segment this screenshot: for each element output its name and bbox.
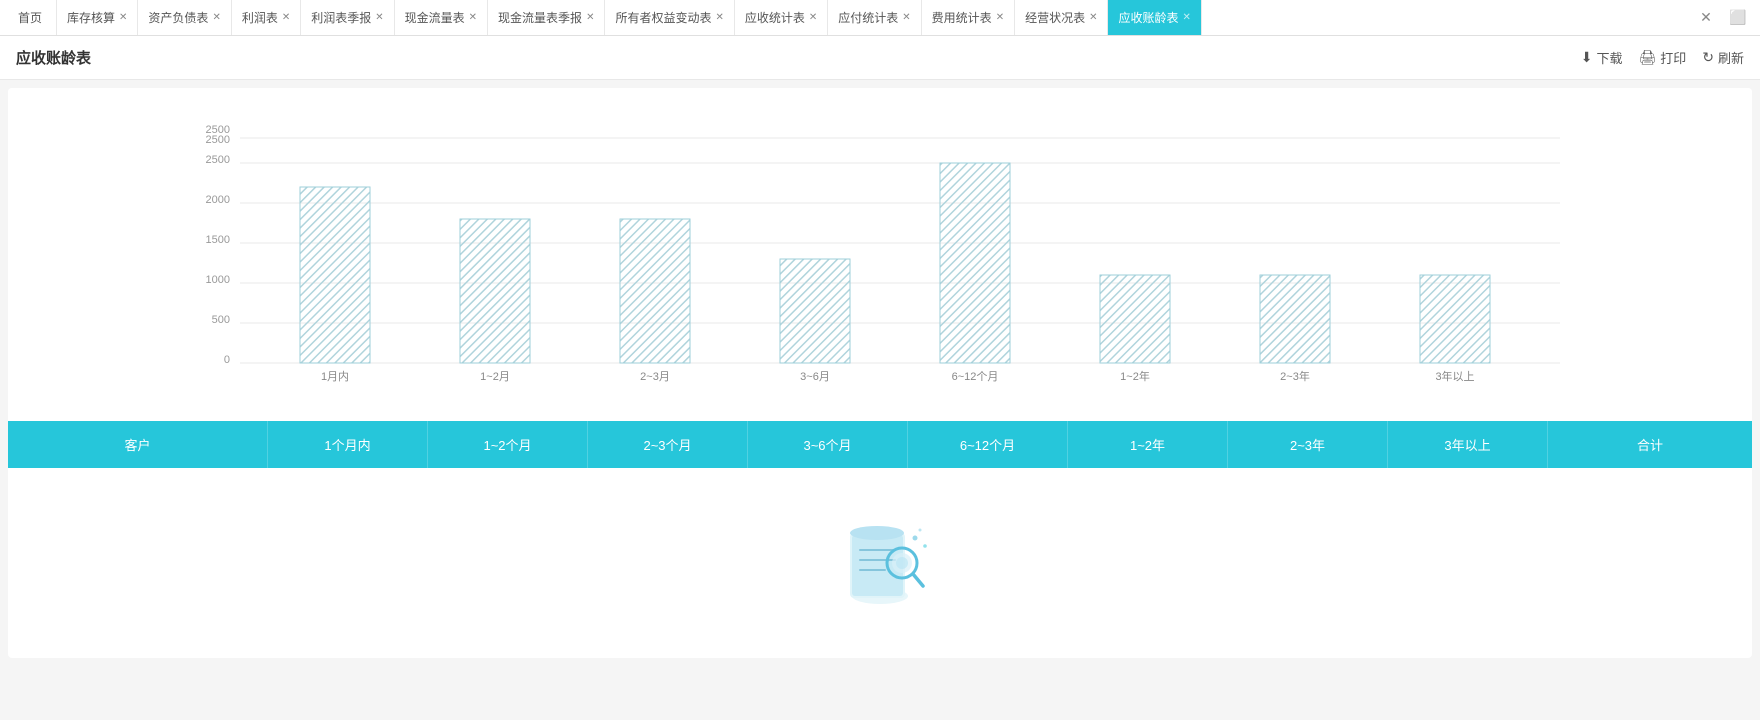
svg-text:3~6月: 3~6月 xyxy=(800,371,830,383)
col-total: 合计 xyxy=(1548,421,1752,468)
col-3-6month: 3~6个月 xyxy=(748,421,908,468)
tab-inventory-close[interactable]: ✕ xyxy=(119,12,127,23)
col-customer: 客户 xyxy=(8,421,268,468)
tab-inventory[interactable]: 库存核算 ✕ xyxy=(57,0,138,36)
tab-receivable-stat[interactable]: 应收统计表 ✕ xyxy=(735,0,828,36)
tab-operation-label: 经营状况表 xyxy=(1025,9,1085,26)
tab-equity-label: 所有者权益变动表 xyxy=(615,9,711,26)
tab-cashflow-close[interactable]: ✕ xyxy=(469,12,477,23)
tab-operation-close[interactable]: ✕ xyxy=(1089,12,1097,23)
col-3-plus-year: 3年以上 xyxy=(1388,421,1548,468)
bar-3-plus-year xyxy=(1420,275,1490,363)
tab-cashflow[interactable]: 现金流量表 ✕ xyxy=(395,0,488,36)
svg-text:2500: 2500 xyxy=(206,154,230,166)
col-1-2month: 1~2个月 xyxy=(428,421,588,468)
tab-payable-stat-close[interactable]: ✕ xyxy=(902,12,910,23)
svg-text:2500: 2500 xyxy=(206,124,230,136)
window-maximize-button[interactable]: ⬜ xyxy=(1724,4,1752,32)
svg-text:2~3年: 2~3年 xyxy=(1280,369,1310,383)
main-content: 0 500 1000 1500 2000 2500 2500 2500 xyxy=(8,88,1752,658)
refresh-button[interactable]: ↻ 刷新 xyxy=(1702,48,1744,67)
svg-text:1月内: 1月内 xyxy=(321,369,349,383)
tab-receivable-stat-label: 应收统计表 xyxy=(745,9,805,26)
tab-equity-close[interactable]: ✕ xyxy=(715,12,723,23)
tab-balance[interactable]: 资产负债表 ✕ xyxy=(138,0,231,36)
print-button[interactable]: 🖨 打印 xyxy=(1638,48,1686,67)
col-1month: 1个月内 xyxy=(268,421,428,468)
col-1-2year: 1~2年 xyxy=(1068,421,1228,468)
tab-bar: 首页 库存核算 ✕ 资产负债表 ✕ 利润表 ✕ 利润表季报 ✕ 现金流量表 ✕ … xyxy=(0,0,1760,36)
bar-1-2-year xyxy=(1100,275,1170,363)
download-button[interactable]: ⬇ 下载 xyxy=(1581,48,1623,67)
bar-1-2-month xyxy=(460,219,530,363)
col-2-3month: 2~3个月 xyxy=(588,421,748,468)
tab-cashflow-quarterly-label: 现金流量表季报 xyxy=(498,9,582,26)
download-label: 下载 xyxy=(1596,48,1622,67)
col-6-12month: 6~12个月 xyxy=(908,421,1068,468)
tab-profit-quarterly-close[interactable]: ✕ xyxy=(375,12,383,23)
print-label: 打印 xyxy=(1660,48,1686,67)
svg-text:2~3月: 2~3月 xyxy=(640,371,670,383)
bar-3-6-month xyxy=(780,259,850,363)
window-close-button[interactable]: ✕ xyxy=(1692,4,1720,32)
tab-bar-right: ✕ ⬜ xyxy=(1692,4,1756,32)
header-actions: ⬇ 下载 🖨 打印 ↻ 刷新 xyxy=(1581,48,1744,67)
refresh-label: 刷新 xyxy=(1718,48,1744,67)
col-2-3year: 2~3年 xyxy=(1228,421,1388,468)
svg-text:3年以上: 3年以上 xyxy=(1435,369,1474,383)
tab-profit-quarterly-label: 利润表季报 xyxy=(311,9,371,26)
tab-profit[interactable]: 利润表 ✕ xyxy=(232,0,301,36)
tab-balance-label: 资产负债表 xyxy=(148,9,208,26)
refresh-icon: ↻ xyxy=(1702,49,1714,66)
tab-home[interactable]: 首页 xyxy=(4,0,57,36)
svg-text:1~2年: 1~2年 xyxy=(1120,369,1150,383)
print-icon: 🖨 xyxy=(1638,49,1656,66)
tab-balance-close[interactable]: ✕ xyxy=(212,12,220,23)
chart-svg-container: 0 500 1000 1500 2000 2500 2500 2500 xyxy=(38,108,1722,411)
svg-text:6~12个月: 6~12个月 xyxy=(952,370,999,383)
tab-receivable-stat-close[interactable]: ✕ xyxy=(809,12,817,23)
tab-payable-stat[interactable]: 应付统计表 ✕ xyxy=(828,0,921,36)
tab-ar-aging-label: 应收账龄表 xyxy=(1118,9,1178,26)
chart-area: 0 500 1000 1500 2000 2500 2500 2500 xyxy=(8,88,1752,421)
svg-text:1500: 1500 xyxy=(206,234,230,246)
bar-6-12-month xyxy=(940,163,1010,363)
page-header: 应收账龄表 ⬇ 下载 🖨 打印 ↻ 刷新 xyxy=(0,36,1760,80)
tab-expense-stat[interactable]: 费用统计表 ✕ xyxy=(922,0,1015,36)
tab-payable-stat-label: 应付统计表 xyxy=(838,9,898,26)
tab-profit-close[interactable]: ✕ xyxy=(282,12,290,23)
tab-ar-aging-close[interactable]: ✕ xyxy=(1183,12,1191,23)
tab-operation[interactable]: 经营状况表 ✕ xyxy=(1015,0,1108,36)
tab-expense-stat-label: 费用统计表 xyxy=(932,9,992,26)
tab-cashflow-label: 现金流量表 xyxy=(405,9,465,26)
empty-state xyxy=(8,468,1752,658)
download-icon: ⬇ xyxy=(1581,49,1593,66)
svg-text:0: 0 xyxy=(224,354,230,366)
page-title: 应收账龄表 xyxy=(16,47,91,68)
bar-1-month xyxy=(300,187,370,363)
tab-expense-stat-close[interactable]: ✕ xyxy=(996,12,1004,23)
svg-text:500: 500 xyxy=(212,314,230,326)
table-header: 客户 1个月内 1~2个月 2~3个月 3~6个月 6~12个月 1~2年 2~… xyxy=(8,421,1752,468)
bar-2-3-month xyxy=(620,219,690,363)
bar-2-3-year xyxy=(1260,275,1330,363)
tab-equity[interactable]: 所有者权益变动表 ✕ xyxy=(605,0,734,36)
tab-cashflow-quarterly[interactable]: 现金流量表季报 ✕ xyxy=(488,0,605,36)
tab-cashflow-quarterly-close[interactable]: ✕ xyxy=(586,12,594,23)
svg-text:2000: 2000 xyxy=(206,194,230,206)
svg-text:1~2月: 1~2月 xyxy=(480,371,510,383)
tab-ar-aging[interactable]: 应收账龄表 ✕ xyxy=(1108,0,1201,36)
svg-text:1000: 1000 xyxy=(206,274,230,286)
tab-profit-quarterly[interactable]: 利润表季报 ✕ xyxy=(301,0,394,36)
tab-inventory-label: 库存核算 xyxy=(67,9,115,26)
empty-icon xyxy=(830,508,930,598)
bar-chart: 0 500 1000 1500 2000 2500 2500 2500 xyxy=(38,118,1722,398)
tab-profit-label: 利润表 xyxy=(242,9,278,26)
